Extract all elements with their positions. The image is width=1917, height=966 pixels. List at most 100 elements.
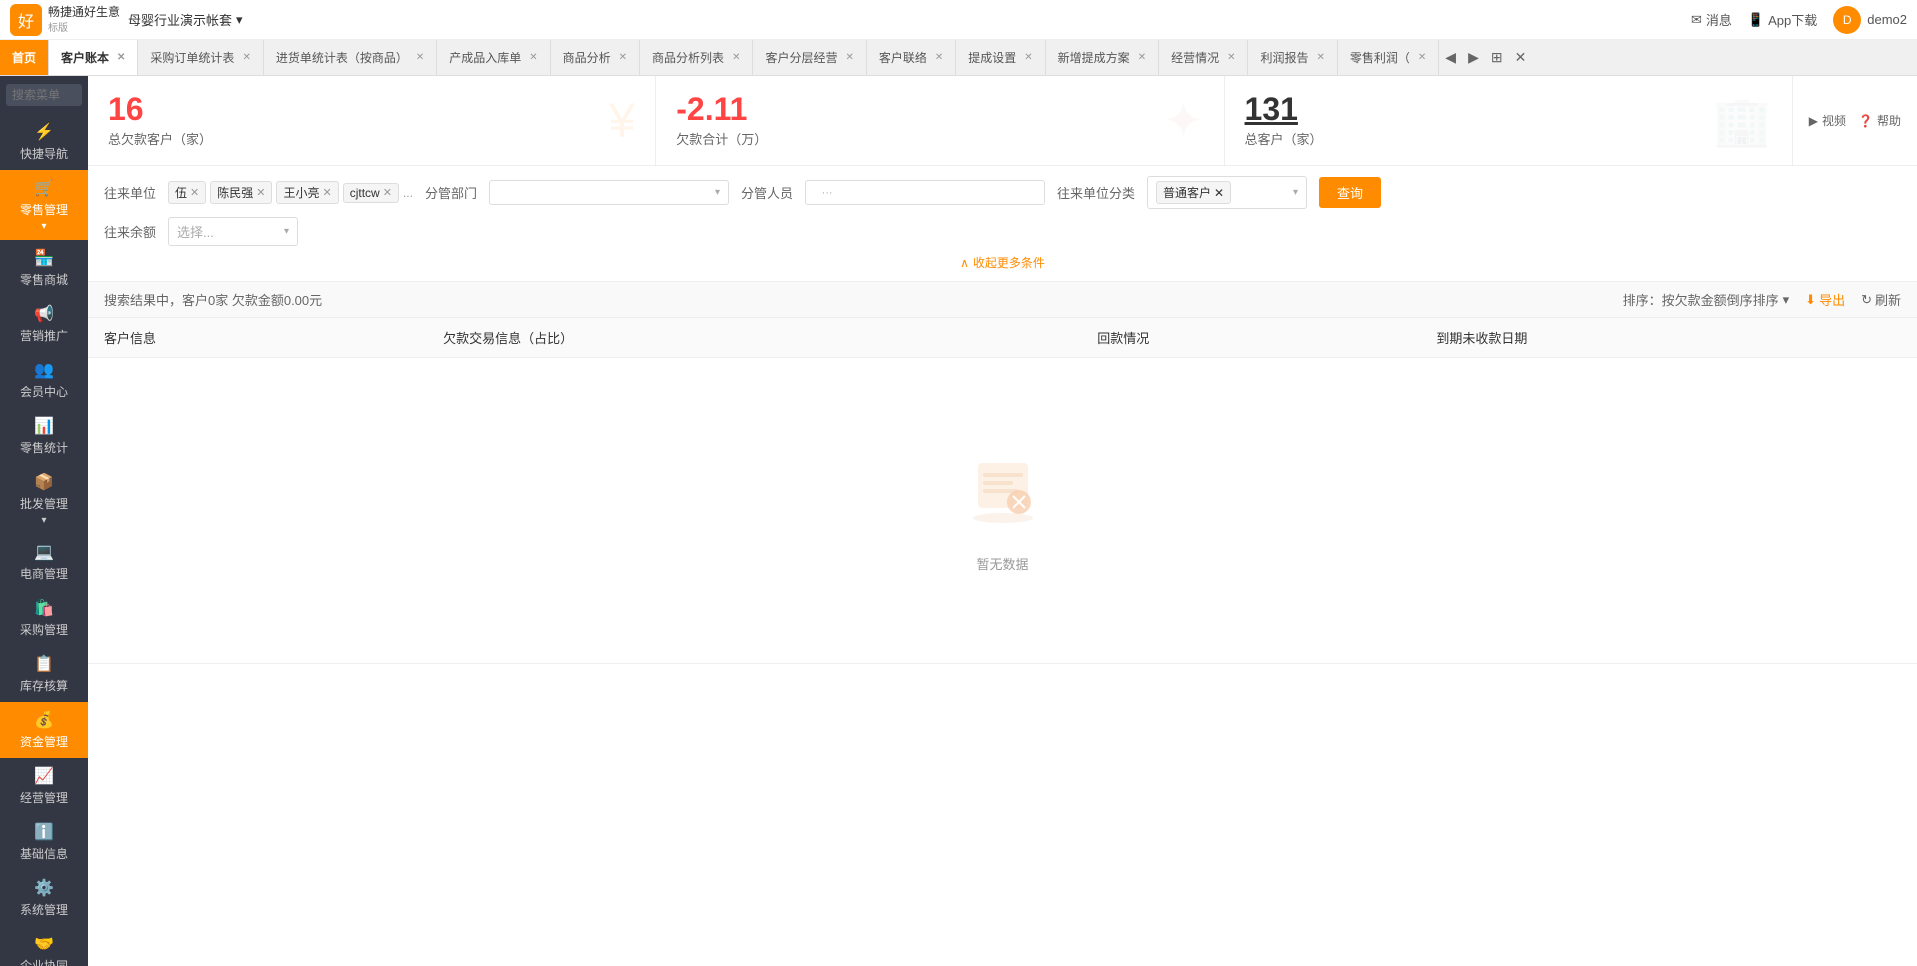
sort-selector[interactable]: 排序：按欠款金额倒序排序 ▾: [1623, 290, 1790, 309]
collapse-btn[interactable]: ∧ 收起更多条件: [960, 254, 1045, 271]
tab-product-analysis[interactable]: 商品分析 ✕: [551, 40, 640, 76]
query-button[interactable]: 查询: [1319, 177, 1381, 208]
tab-profit-report[interactable]: 利润报告 ✕: [1248, 40, 1337, 76]
col-credit-info: 欠款交易信息（占比）: [427, 318, 1081, 358]
chevron-down-icon: ▾: [1293, 187, 1298, 198]
col-customer-info: 客户信息: [88, 318, 427, 358]
logo-area: 好 畅捷通好生意 标版: [10, 4, 120, 36]
message-icon: ✉: [1691, 12, 1702, 28]
unit-tag-cjttcw: cjttcw ✕: [343, 183, 399, 203]
stat-label-total-customers: 总客户（家）: [1245, 129, 1323, 148]
stat-number-credit-amount: -2.11: [676, 93, 767, 125]
more-tags-btn[interactable]: ...: [403, 186, 413, 200]
results-summary: 搜索结果中，客户0家 欠款金额0.00元: [104, 290, 322, 309]
col-repayment: 回款情况: [1081, 318, 1420, 358]
tab-retail-profit[interactable]: 零售利润（ ✕: [1338, 40, 1439, 76]
messages-btn[interactable]: ✉ 消息: [1691, 10, 1732, 29]
close-icon[interactable]: ✕: [1024, 52, 1032, 63]
sidebar-item-inventory[interactable]: 📋 库存核算: [0, 646, 88, 702]
sidebar-item-purchase[interactable]: 🛍️ 采购管理: [0, 590, 88, 646]
video-btn[interactable]: ▶ 视频: [1809, 112, 1846, 129]
close-icon[interactable]: ✕: [1138, 52, 1146, 63]
close-icon[interactable]: ✕: [242, 52, 250, 63]
tab-product-instock[interactable]: 产成品入库单 ✕: [437, 40, 550, 76]
refresh-button[interactable]: ↻ 刷新: [1861, 290, 1901, 309]
department-select[interactable]: ▾: [489, 180, 729, 205]
retail-icon: 🛒: [34, 178, 54, 198]
close-icon[interactable]: ✕: [190, 186, 199, 199]
empty-text: 暂无数据: [976, 554, 1028, 573]
unit-label: 往来单位: [104, 183, 156, 202]
info-icon: ℹ️: [34, 822, 54, 842]
close-icon[interactable]: ✕: [1317, 52, 1325, 63]
sidebar-item-enterprise-collab[interactable]: 🤝 企业协同: [0, 926, 88, 966]
table-container: 客户信息 欠款交易信息（占比） 回款情况 到期未收款日期: [88, 318, 1917, 966]
inventory-icon: 📋: [34, 654, 54, 674]
tab-home[interactable]: 首页: [0, 40, 49, 76]
tab-next-btn[interactable]: ▶: [1462, 49, 1485, 66]
search-input[interactable]: [6, 84, 82, 106]
close-icon[interactable]: ✕: [383, 186, 392, 199]
sidebar-item-basic-info[interactable]: ℹ️ 基础信息: [0, 814, 88, 870]
tab-purchase-order[interactable]: 采购订单统计表 ✕: [138, 40, 263, 76]
sort-label: 排序：按欠款金额倒序排序: [1623, 290, 1779, 309]
balance-select[interactable]: 选择... ▾: [168, 217, 298, 246]
close-icon[interactable]: ✕: [1214, 186, 1224, 200]
tab-expand-btn[interactable]: ⊞: [1485, 49, 1509, 66]
close-icon[interactable]: ✕: [845, 52, 853, 63]
close-icon[interactable]: ✕: [416, 52, 424, 63]
category-select[interactable]: 普通客户 ✕ ▾: [1147, 176, 1307, 209]
category-tag: 普通客户 ✕: [1156, 181, 1231, 204]
tab-incoming-stats[interactable]: 进货单统计表（按商品） ✕: [264, 40, 437, 76]
sidebar-item-wholesale[interactable]: 📦 批发管理 ▾: [0, 464, 88, 534]
chevron-down-icon: ▾: [41, 221, 46, 232]
account-selector[interactable]: 母婴行业演示帐套 ▾: [128, 10, 243, 29]
manager-select[interactable]: ···: [805, 180, 1045, 205]
tab-new-raise[interactable]: 新增提成方案 ✕: [1046, 40, 1159, 76]
sidebar-item-retail-mall[interactable]: 🏪 零售商城: [0, 240, 88, 296]
filter-area: 往来单位 伍 ✕ 陈民强 ✕ 王小亮 ✕ cjttcw: [88, 166, 1917, 282]
close-icon[interactable]: ✕: [1227, 52, 1235, 63]
tab-operations[interactable]: 经营情况 ✕: [1159, 40, 1248, 76]
main-layout: ⚡ 快捷导航 🛒 零售管理 ▾ 🏪 零售商城 📢 营销推广 👥 会员中心 📊 零…: [0, 76, 1917, 966]
tab-raise-settings[interactable]: 提成设置 ✕: [956, 40, 1045, 76]
member-icon: 👥: [34, 360, 54, 380]
user-avatar-area[interactable]: D demo2: [1833, 6, 1907, 34]
filter-row-1: 往来单位 伍 ✕ 陈民强 ✕ 王小亮 ✕ cjttcw: [104, 176, 1901, 209]
manager-label: 分管人员: [741, 183, 793, 202]
stat-actions: ▶ 视频 ❓ 帮助: [1793, 112, 1917, 129]
sidebar-item-marketing[interactable]: 📢 营销推广: [0, 296, 88, 352]
close-icon[interactable]: ✕: [529, 52, 537, 63]
close-icon[interactable]: ✕: [323, 186, 332, 199]
tab-product-analysis-list[interactable]: 商品分析列表 ✕: [640, 40, 753, 76]
close-icon[interactable]: ✕: [732, 52, 740, 63]
help-btn[interactable]: ❓ 帮助: [1858, 112, 1901, 129]
sidebar-item-ecommerce[interactable]: 💻 电商管理: [0, 534, 88, 590]
close-icon[interactable]: ✕: [935, 52, 943, 63]
sidebar-item-system[interactable]: ⚙️ 系统管理: [0, 870, 88, 926]
sidebar-item-quick-nav[interactable]: ⚡ 快捷导航: [0, 114, 88, 170]
app-download-btn[interactable]: 📱 App下载: [1748, 10, 1817, 29]
stat-label-credit-amount: 欠款合计（万）: [676, 129, 767, 148]
sidebar-item-member-center[interactable]: 👥 会员中心: [0, 352, 88, 408]
stats-bar: ¥ 16 总欠款客户（家） ✦ -2.11 欠款合计（万） 🏢 131: [88, 76, 1917, 166]
tab-customer-tier[interactable]: 客户分层经营 ✕: [753, 40, 866, 76]
sidebar-item-operations-mgmt[interactable]: 📈 经营管理: [0, 758, 88, 814]
sidebar-item-retail-mgmt[interactable]: 🛒 零售管理 ▾: [0, 170, 88, 240]
unit-tag-wu: 伍 ✕: [168, 181, 206, 204]
sidebar-item-finance[interactable]: 💰 资金管理: [0, 702, 88, 758]
tab-prev-btn[interactable]: ◀: [1439, 49, 1462, 66]
close-icon[interactable]: ✕: [619, 52, 627, 63]
close-icon[interactable]: ✕: [1418, 52, 1426, 63]
tab-customer-book[interactable]: 客户账本 ✕: [49, 40, 138, 76]
tab-customer-contact[interactable]: 客户联络 ✕: [867, 40, 956, 76]
close-icon[interactable]: ✕: [256, 186, 265, 199]
export-button[interactable]: ⬇ 导出: [1805, 290, 1845, 309]
tab-close-all-btn[interactable]: ✕: [1509, 49, 1533, 66]
close-icon[interactable]: ✕: [117, 52, 125, 63]
unit-tags: 伍 ✕ 陈民强 ✕ 王小亮 ✕ cjttcw ✕ ...: [168, 181, 413, 204]
avatar: D: [1833, 6, 1861, 34]
unit-tag-chen: 陈民强 ✕: [210, 181, 272, 204]
more-icon: ···: [822, 187, 833, 199]
sidebar-item-retail-stats[interactable]: 📊 零售统计: [0, 408, 88, 464]
